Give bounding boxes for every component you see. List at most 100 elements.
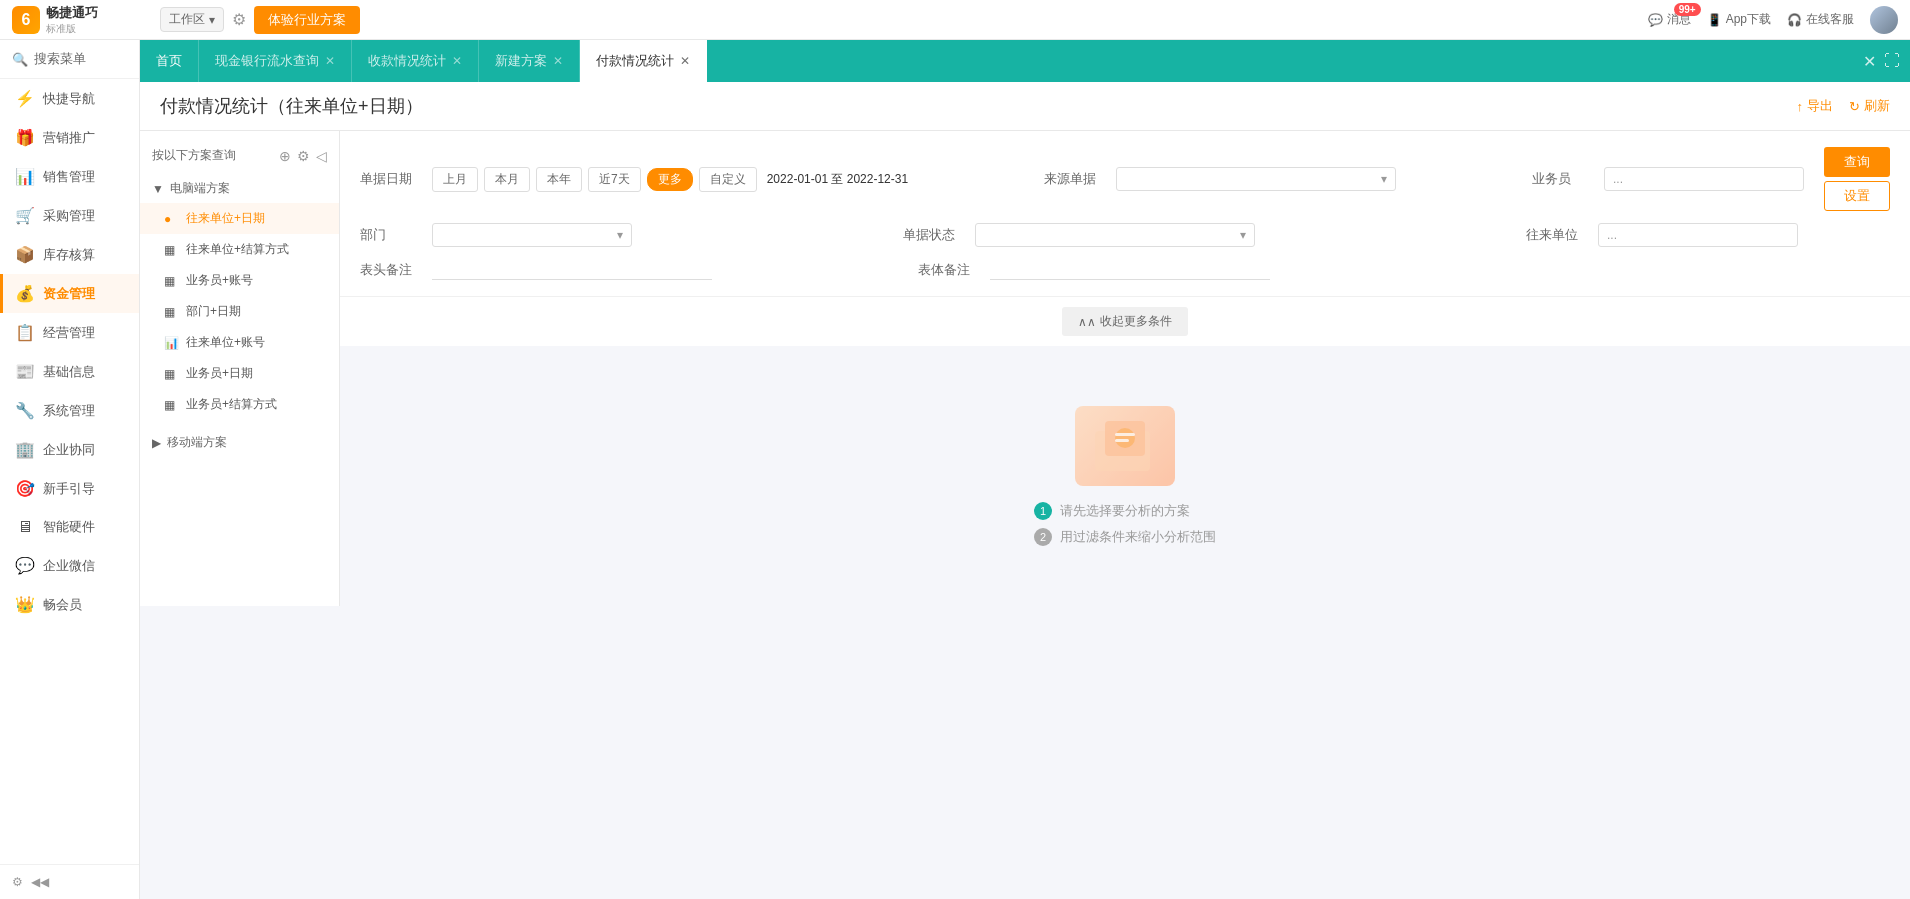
panel-section-desktop-title[interactable]: ▼ 电脑端方案	[140, 174, 339, 203]
tab-receipt-stats[interactable]: 收款情况统计 ✕	[352, 40, 479, 82]
panel-collapse-icon[interactable]: ◁	[316, 148, 327, 164]
date-buttons: 上月 本月 本年 近7天 更多 自定义 2022-01-01 至 2022-12…	[432, 167, 908, 192]
empty-tip-2: 2 用过滤条件来缩小分析范围	[1034, 528, 1216, 546]
content-area: 首页 现金银行流水查询 ✕ 收款情况统计 ✕ 新建方案 ✕ 付款情况统计 ✕ ✕…	[140, 40, 1910, 899]
date-custom-btn[interactable]: 自定义	[699, 167, 757, 192]
sidebar-collapse-icon[interactable]: ◀◀	[31, 875, 49, 889]
panel-item-unit-account[interactable]: 📊 往来单位+账号	[140, 327, 339, 358]
online-service-label: 在线客服	[1806, 11, 1854, 28]
service-icon: 🎧	[1787, 13, 1802, 27]
online-service-button[interactable]: 🎧 在线客服	[1787, 11, 1854, 28]
panel-header-actions: ⊕ ⚙ ◁	[279, 148, 327, 164]
tab-receipt-stats-close-icon[interactable]: ✕	[452, 54, 462, 68]
sidebar-item-system[interactable]: 🔧 系统管理	[0, 391, 139, 430]
page-content: 付款情况统计（往来单位+日期） ↑ 导出 ↻ 刷新	[140, 82, 1910, 899]
tab-home[interactable]: 首页	[140, 40, 199, 82]
weixin-icon: 💬	[15, 556, 35, 575]
date-this-year-btn[interactable]: 本年	[536, 167, 582, 192]
try-industry-button[interactable]: 体验行业方案	[254, 6, 360, 34]
sidebar-item-label-basics: 基础信息	[43, 363, 95, 381]
related-unit-value: ...	[1607, 228, 1617, 242]
search-icon: 🔍	[12, 52, 28, 67]
salesperson-select[interactable]: ...	[1604, 167, 1804, 191]
sidebar-item-member[interactable]: 👑 畅会员	[0, 585, 139, 624]
refresh-button[interactable]: ↻ 刷新	[1849, 97, 1890, 115]
sidebar-item-basics[interactable]: 📰 基础信息	[0, 352, 139, 391]
capital-icon: 💰	[15, 284, 35, 303]
marketing-icon: 🎁	[15, 128, 35, 147]
sidebar-item-capital[interactable]: 💰 资金管理	[0, 274, 139, 313]
panel-add-icon[interactable]: ⊕	[279, 148, 291, 164]
settings-icon[interactable]: ⚙	[232, 10, 246, 29]
related-unit-select[interactable]: ...	[1598, 223, 1798, 247]
date-this-month-btn[interactable]: 本月	[484, 167, 530, 192]
tab-bank-flow[interactable]: 现金银行流水查询 ✕	[199, 40, 352, 82]
panel-mobile-label: 移动端方案	[167, 434, 227, 451]
date-last-7days-btn[interactable]: 近7天	[588, 167, 641, 192]
panel-item-salesperson-account[interactable]: ▦ 业务员+账号	[140, 265, 339, 296]
tab-new-plan[interactable]: 新建方案 ✕	[479, 40, 580, 82]
date-more-btn[interactable]: 更多	[647, 168, 693, 191]
sidebar-item-operations[interactable]: 📋 经营管理	[0, 313, 139, 352]
panel-item-unit-date[interactable]: ● 往来单位+日期	[140, 203, 339, 234]
tab-expand-icon[interactable]: ⛶	[1884, 52, 1900, 70]
panel-header: 按以下方案查询 ⊕ ⚙ ◁	[140, 141, 339, 170]
sidebar-item-marketing[interactable]: 🎁 营销推广	[0, 118, 139, 157]
tab-payment-stats[interactable]: 付款情况统计 ✕	[580, 40, 707, 82]
sidebar-item-hardware[interactable]: 🖥 智能硬件	[0, 508, 139, 546]
table-body-note-input[interactable]	[990, 259, 1270, 280]
sidebar-bottom: ⚙ ◀◀	[0, 864, 139, 899]
collapse-conditions-button[interactable]: ∧∧ 收起更多条件	[1062, 307, 1188, 336]
empty-illustration	[1075, 406, 1175, 486]
collapse-icon: ∧∧	[1078, 315, 1096, 329]
sidebar-item-weixin[interactable]: 💬 企业微信	[0, 546, 139, 585]
panel-item-dept-date[interactable]: ▦ 部门+日期	[140, 296, 339, 327]
salesperson-select-value: ...	[1613, 172, 1623, 186]
sidebar-item-newbie[interactable]: 🎯 新手引导	[0, 469, 139, 508]
workspace-selector[interactable]: 工作区 ▾	[160, 7, 224, 32]
tab-bank-flow-close-icon[interactable]: ✕	[325, 54, 335, 68]
left-panel: 按以下方案查询 ⊕ ⚙ ◁ ▼ 电脑端方案 ●	[140, 131, 340, 606]
sidebar-item-sales[interactable]: 📊 销售管理	[0, 157, 139, 196]
doc-status-label: 单据状态	[903, 226, 963, 244]
panel-query-label: 按以下方案查询	[152, 147, 236, 164]
sidebar-item-purchase[interactable]: 🛒 采购管理	[0, 196, 139, 235]
app-download-button[interactable]: 📱 App下载	[1707, 11, 1771, 28]
search-menu-button[interactable]: 🔍 搜索菜单	[0, 40, 139, 79]
sidebar-settings-icon[interactable]: ⚙	[12, 875, 23, 889]
messages-button[interactable]: 💬 消息 99+	[1648, 11, 1691, 28]
workspace-label: 工作区	[169, 11, 205, 28]
panel-item-salesperson-settlement[interactable]: ▦ 业务员+结算方式	[140, 389, 339, 420]
source-label: 来源单据	[1044, 170, 1104, 188]
doc-status-select[interactable]: ▾	[975, 223, 1255, 247]
tab-payment-stats-close-icon[interactable]: ✕	[680, 54, 690, 68]
messages-badge: 99+	[1674, 3, 1701, 16]
table-head-note-input[interactable]	[432, 259, 712, 280]
settings-button[interactable]: 设置	[1824, 181, 1890, 211]
panel-item-unit-date-label: 往来单位+日期	[186, 210, 265, 227]
user-avatar[interactable]	[1870, 6, 1898, 34]
query-button[interactable]: 查询	[1824, 147, 1890, 177]
panel-settings-icon[interactable]: ⚙	[297, 148, 310, 164]
app-download-label: App下载	[1726, 11, 1771, 28]
panel-item-unit-settlement[interactable]: ▦ 往来单位+结算方式	[140, 234, 339, 265]
dept-select[interactable]: ▾	[432, 223, 632, 247]
tab-new-plan-close-icon[interactable]: ✕	[553, 54, 563, 68]
panel-section-mobile-title[interactable]: ▶ 移动端方案	[140, 428, 339, 457]
sidebar-item-label-sales: 销售管理	[43, 168, 95, 186]
empty-state: 1 请先选择要分析的方案 2 用过滤条件来缩小分析范围	[340, 346, 1910, 606]
date-last-month-btn[interactable]: 上月	[432, 167, 478, 192]
sidebar-item-enterprise[interactable]: 🏢 企业协同	[0, 430, 139, 469]
sidebar-item-quick-nav[interactable]: ⚡ 快捷导航	[0, 79, 139, 118]
sidebar-item-inventory[interactable]: 📦 库存核算	[0, 235, 139, 274]
panel-desktop-label: 电脑端方案	[170, 180, 230, 197]
tab-close-all-icon[interactable]: ✕	[1863, 52, 1876, 71]
doc-status-chevron-icon: ▾	[1240, 228, 1246, 242]
export-button[interactable]: ↑ 导出	[1797, 97, 1834, 115]
source-select[interactable]: ▾	[1116, 167, 1396, 191]
newbie-icon: 🎯	[15, 479, 35, 498]
refresh-icon: ↻	[1849, 99, 1860, 114]
tab-actions: ✕ ⛶	[1853, 40, 1910, 82]
empty-tip-1: 1 请先选择要分析的方案	[1034, 502, 1216, 520]
panel-item-salesperson-date[interactable]: ▦ 业务员+日期	[140, 358, 339, 389]
